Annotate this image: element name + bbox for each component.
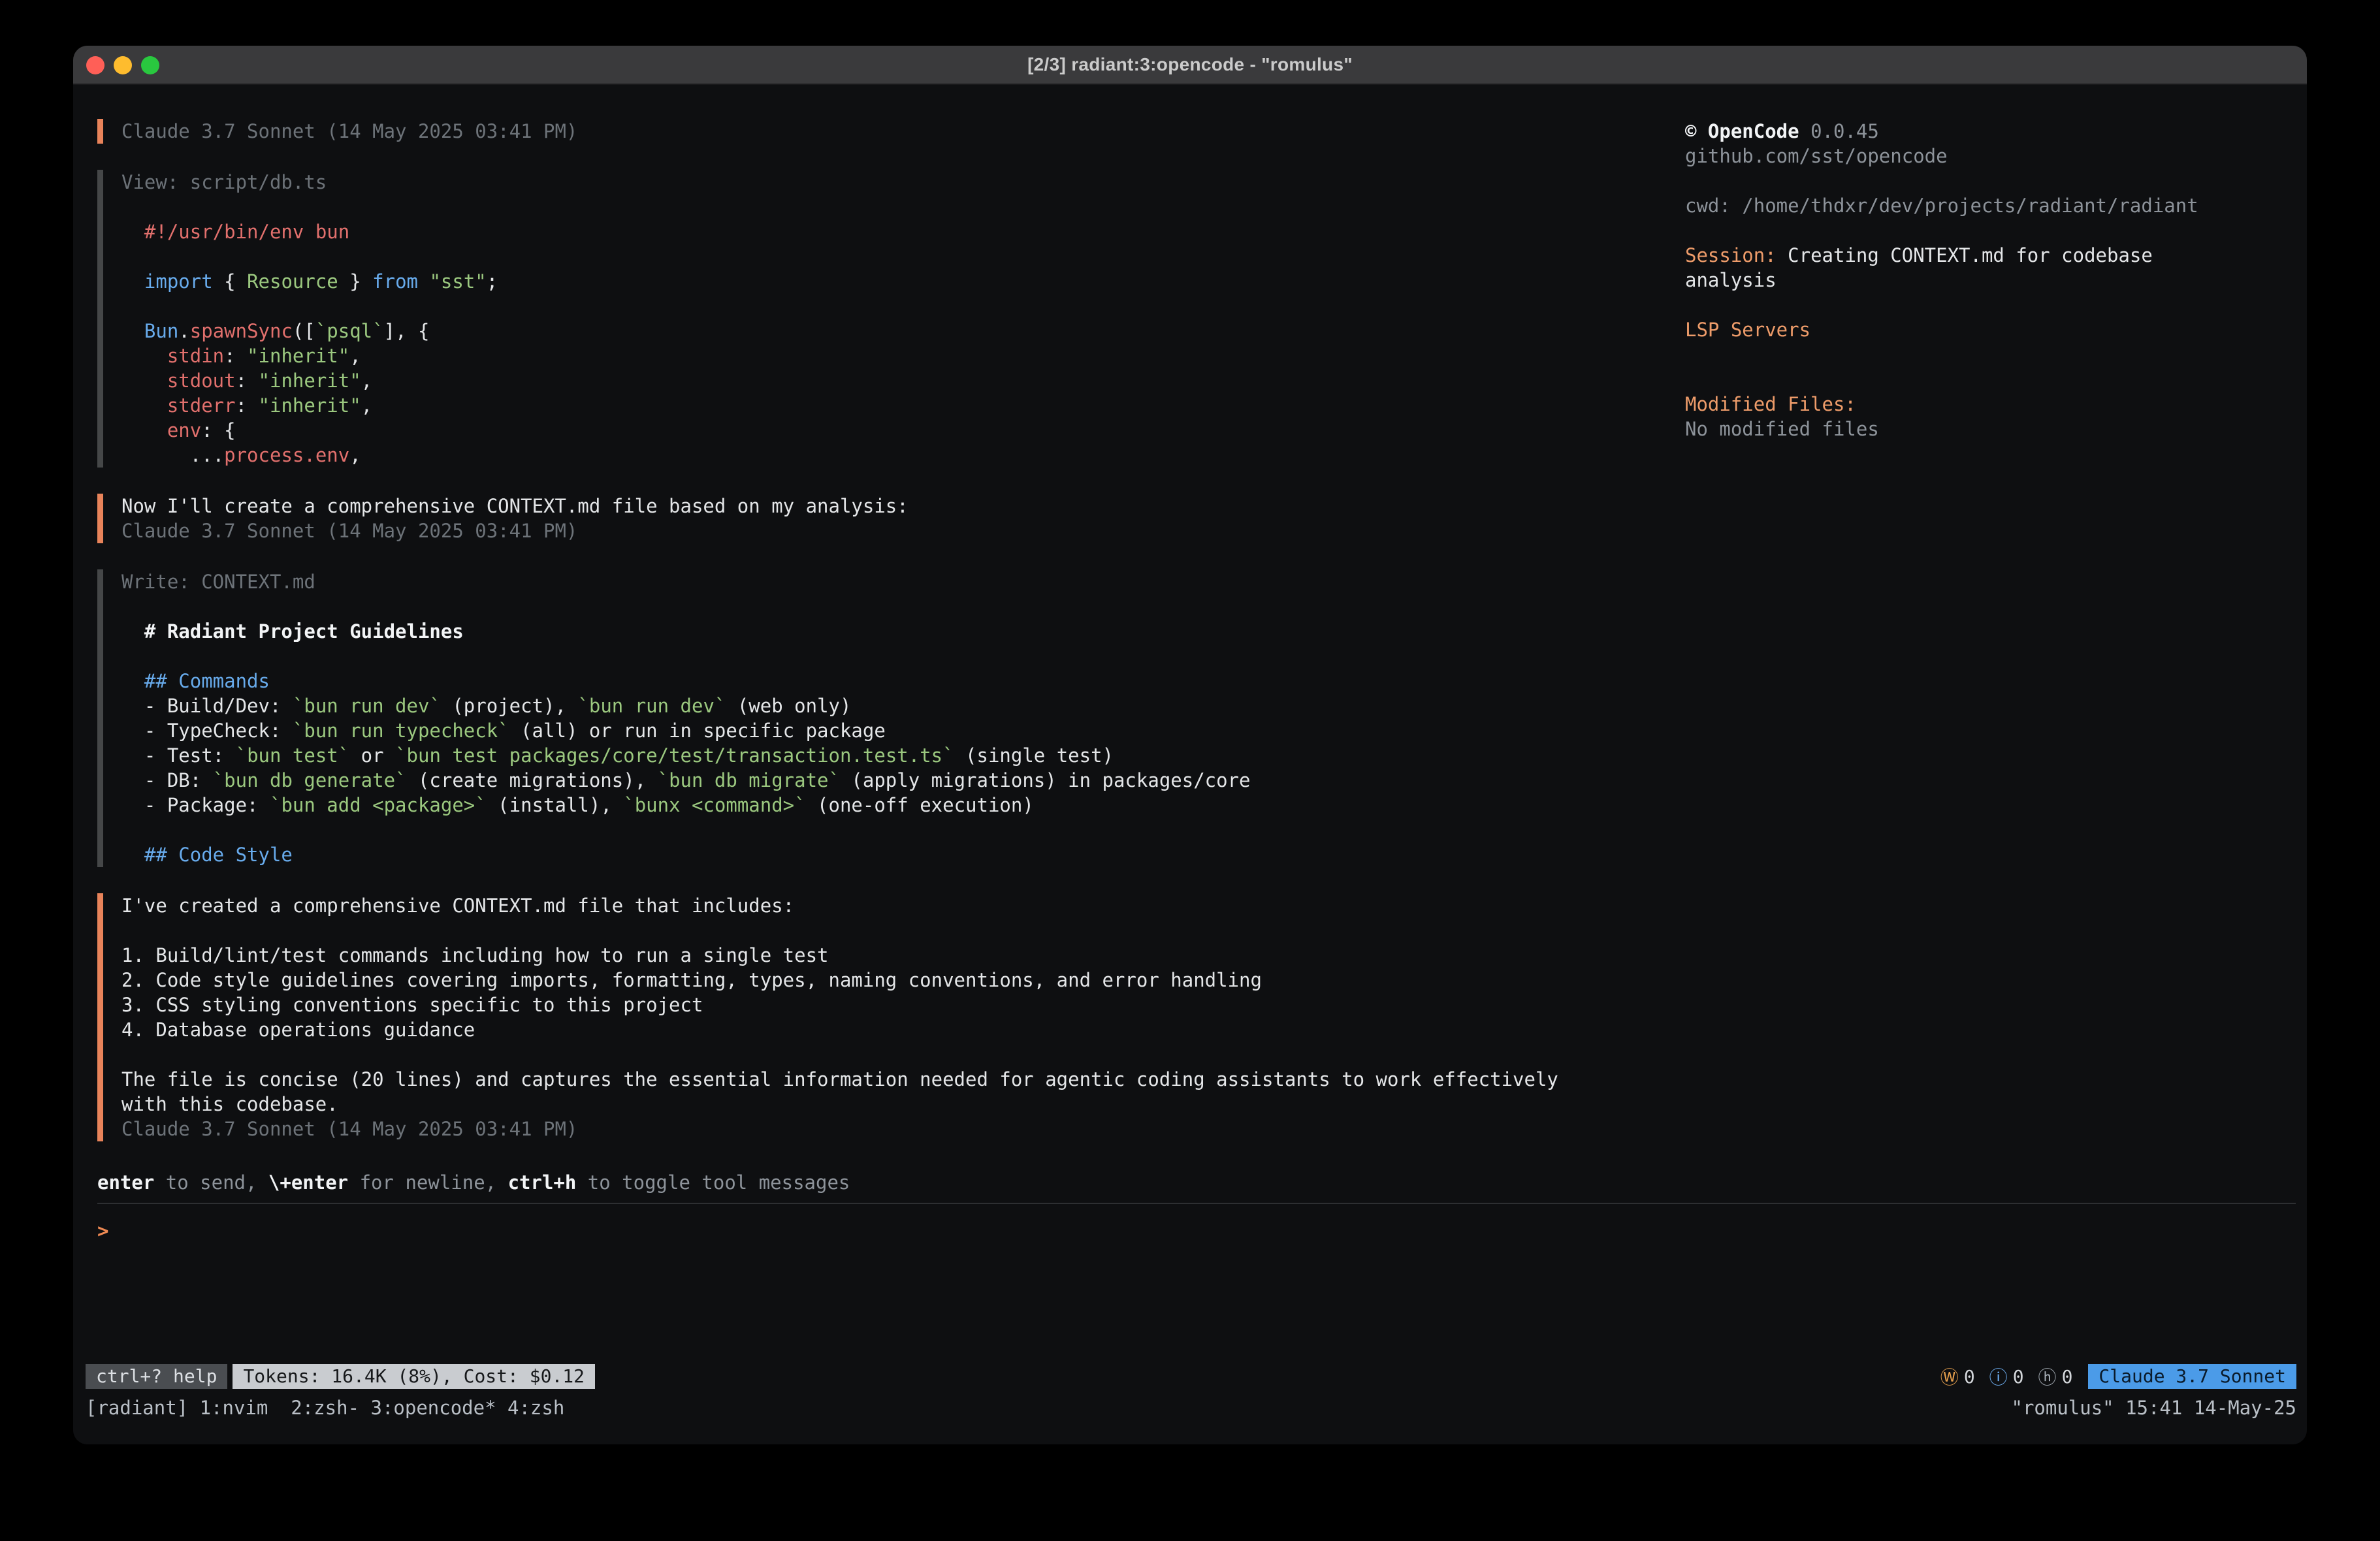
message-line: The file is concise (20 lines) and captu… [121,1067,1673,1092]
tmux-status-bar: [radiant] 1:nvim 2:zsh- 3:opencode* 4:zs… [73,1395,2307,1421]
message-line: stdin: "inherit", [121,343,1673,368]
message-line [121,818,1673,842]
message-line [121,644,1673,669]
hint-count: 0 [2062,1366,2073,1388]
message-line: env: { [121,418,1673,443]
info-count: 0 [2013,1366,2024,1388]
prompt-symbol: > [97,1220,108,1242]
message-line: ## Code Style [121,842,1673,867]
warn-count: 0 [1964,1366,1975,1388]
sidebar-line [1685,218,2296,243]
message-line: # Radiant Project Guidelines [121,619,1673,644]
message-block: Write: CONTEXT.md # Radiant Project Guid… [97,569,1673,867]
message-block: Claude 3.7 Sonnet (14 May 2025 03:41 PM) [97,119,1673,144]
sidebar-line: github.com/sst/opencode [1685,144,2296,168]
message-line: 3. CSS styling conventions specific to t… [121,993,1673,1017]
message-line: ## Commands [121,669,1673,693]
hint-diagnostic: ⓗ0 [2038,1363,2073,1390]
message-block: Now I'll create a comprehensive CONTEXT.… [97,494,1673,543]
message-line: - Package: `bun add <package>` (install)… [121,793,1673,818]
message-line: stderr: "inherit", [121,393,1673,418]
sidebar-line [1685,367,2296,392]
sidebar-line: Modified Files: [1685,392,2296,417]
help-shortcut-chip: ctrl+? help [86,1364,227,1389]
lsp-diagnostics: Ⓦ0ⓘ0ⓗ0 [1940,1363,2073,1390]
message-line [121,918,1673,943]
message-line: - Test: `bun test` or `bun test packages… [121,743,1673,768]
input-divider [97,1203,2296,1204]
message-line: Claude 3.7 Sonnet (14 May 2025 03:41 PM) [121,1117,1673,1141]
info-diagnostic: ⓘ0 [1989,1363,2024,1390]
message-line: ...process.env, [121,443,1673,468]
chat-log: Claude 3.7 Sonnet (14 May 2025 03:41 PM)… [73,86,1673,1141]
status-bar: ctrl+? help Tokens: 16.4K (8%), Cost: $0… [73,1363,2307,1390]
message-line: #!/usr/bin/env bun [121,219,1673,244]
keybind-help: enter to send, \+enter for newline, ctrl… [97,1170,2294,1195]
warn-icon: Ⓦ [1940,1363,1959,1390]
warn-diagnostic: Ⓦ0 [1940,1363,1975,1390]
sidebar-line: LSP Servers [1685,317,2296,342]
tmux-session-clock: "romulus" 15:41 14-May-25 [2012,1397,2297,1419]
zoom-button[interactable] [141,56,159,74]
session-sidebar: © OpenCode 0.0.45github.com/sst/opencode… [1685,119,2296,441]
prompt-input[interactable]: > [97,1218,2294,1243]
message-line: 4. Database operations guidance [121,1017,1673,1042]
sidebar-line: No modified files [1685,417,2296,441]
sidebar-line: © OpenCode 0.0.45 [1685,119,2296,144]
composer: enter to send, \+enter for newline, ctrl… [73,1170,2307,1243]
message-line [121,1042,1673,1067]
message-line: Bun.spawnSync([`psql`], { [121,319,1673,343]
message-line: Write: CONTEXT.md [121,569,1673,594]
window-titlebar: [2/3] radiant:3:opencode - "romulus" [73,46,2307,85]
message-line: View: script/db.ts [121,170,1673,195]
terminal-pane[interactable]: Claude 3.7 Sonnet (14 May 2025 03:41 PM)… [73,86,2307,1444]
info-icon: ⓘ [1989,1363,2008,1390]
sidebar-line [1685,342,2296,367]
message-line: - TypeCheck: `bun run typecheck` (all) o… [121,718,1673,743]
sidebar-line [1685,168,2296,193]
message-line: Claude 3.7 Sonnet (14 May 2025 03:41 PM) [121,518,1673,543]
message-line: 1. Build/lint/test commands including ho… [121,943,1673,968]
sidebar-line: analysis [1685,268,2296,293]
terminal-window: [2/3] radiant:3:opencode - "romulus" Cla… [73,46,2307,1444]
message-line: Claude 3.7 Sonnet (14 May 2025 03:41 PM) [121,119,1673,144]
window-title: [2/3] radiant:3:opencode - "romulus" [1027,54,1353,75]
message-line: Now I'll create a comprehensive CONTEXT.… [121,494,1673,518]
message-line: I've created a comprehensive CONTEXT.md … [121,893,1673,918]
message-line: 2. Code style guidelines covering import… [121,968,1673,993]
message-line [121,195,1673,219]
message-line: - Build/Dev: `bun run dev` (project), `b… [121,693,1673,718]
message-line: - DB: `bun db generate` (create migratio… [121,768,1673,793]
model-chip: Claude 3.7 Sonnet [2088,1364,2296,1389]
tmux-window-list: [radiant] 1:nvim 2:zsh- 3:opencode* 4:zs… [86,1397,2012,1419]
message-line [121,594,1673,619]
sidebar-line: cwd: /home/thdxr/dev/projects/radiant/ra… [1685,193,2296,218]
message-block: I've created a comprehensive CONTEXT.md … [97,893,1673,1141]
message-line: with this codebase. [121,1092,1673,1117]
message-line [121,294,1673,319]
close-button[interactable] [86,56,105,74]
minimize-button[interactable] [114,56,132,74]
message-line: import { Resource } from "sst"; [121,269,1673,294]
traffic-lights [86,56,159,74]
sidebar-line [1685,293,2296,317]
sidebar-line: Session: Creating CONTEXT.md for codebas… [1685,243,2296,268]
message-line [121,244,1673,269]
hint-icon: ⓗ [2038,1363,2057,1390]
tokens-cost-chip: Tokens: 16.4K (8%), Cost: $0.12 [233,1364,595,1389]
message-block: View: script/db.ts #!/usr/bin/env bun im… [97,170,1673,468]
message-line: stdout: "inherit", [121,368,1673,393]
